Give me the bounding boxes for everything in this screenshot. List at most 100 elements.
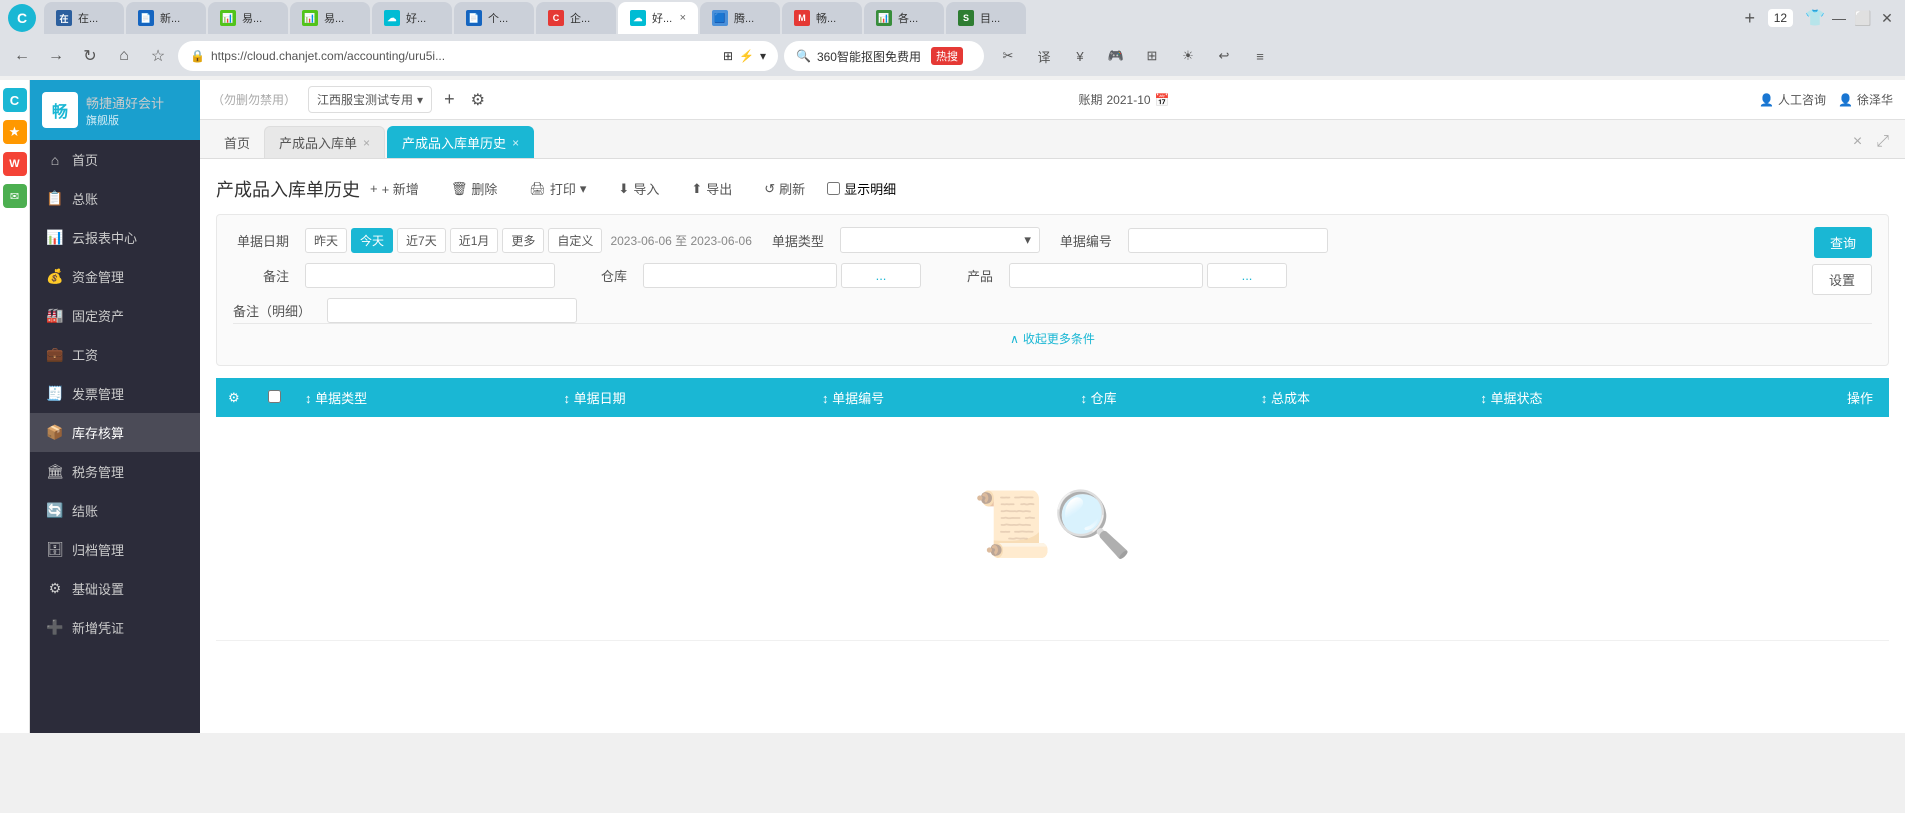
browser-tab-6[interactable]: 📄 个... <box>454 2 534 34</box>
browser-tab-1[interactable]: 在 在... <box>44 2 124 34</box>
product-input[interactable] <box>1009 263 1203 288</box>
show-detail-checkbox[interactable] <box>827 182 840 195</box>
date-btn-yesterday[interactable]: 昨天 <box>305 228 347 253</box>
org-selector[interactable]: 江西服宝测试专用 ▾ <box>308 86 432 113</box>
minimize-button[interactable]: — <box>1829 8 1849 28</box>
date-btn-today[interactable]: 今天 <box>351 228 393 253</box>
add-org-button[interactable]: + <box>440 89 459 110</box>
app-icon-weibo[interactable]: W <box>3 152 27 176</box>
grid-view-btn[interactable]: ⊞ <box>1138 42 1166 70</box>
sidebar-item-fixed-assets[interactable]: 🏭 固定资产 <box>30 296 200 335</box>
maximize-button[interactable]: ⬜ <box>1853 8 1873 28</box>
user-avatar[interactable]: 👤 徐泽华 <box>1838 91 1893 108</box>
game-icon-btn[interactable]: 🎮 <box>1102 42 1130 70</box>
sidebar-item-inventory[interactable]: 📦 库存核算 <box>30 413 200 452</box>
date-btn-more[interactable]: 更多 <box>502 228 544 253</box>
warehouse-ellipsis[interactable]: ... <box>841 263 921 288</box>
sidebar-item-tax[interactable]: 🏛 税务管理 <box>30 452 200 491</box>
page-tab-history[interactable]: 产成品入库单历史 × <box>387 126 534 158</box>
col-checkbox[interactable] <box>256 378 293 417</box>
filter-setting-button[interactable]: 设置 <box>1812 264 1872 295</box>
col-settings[interactable]: ⚙ <box>216 378 256 417</box>
browser-tab-3[interactable]: 📊 易... <box>208 2 288 34</box>
translate-icon-btn[interactable]: 译 <box>1030 42 1058 70</box>
sidebar-label-tax: 税务管理 <box>72 462 124 481</box>
sidebar-item-payroll[interactable]: 💼 工资 <box>30 335 200 374</box>
warehouse-input[interactable] <box>643 263 837 288</box>
app-icon-email[interactable]: ✉ <box>3 184 27 208</box>
date-btn-7days[interactable]: 近7天 <box>397 228 446 253</box>
sun-icon-btn[interactable]: ☀ <box>1174 42 1202 70</box>
yen-icon-btn[interactable]: ¥ <box>1066 42 1094 70</box>
browser-tab-2[interactable]: 📄 新... <box>126 2 206 34</box>
product-ellipsis[interactable]: ... <box>1207 263 1287 288</box>
add-label: + 新增 <box>382 179 419 198</box>
remark-input[interactable] <box>305 263 555 288</box>
sidebar-item-new-voucher[interactable]: ➕ 新增凭证 <box>30 608 200 647</box>
sidebar-label-fund: 资金管理 <box>72 267 124 286</box>
address-chevron[interactable]: ▾ <box>760 49 766 63</box>
export-button[interactable]: ⬆ 导出 <box>681 175 742 202</box>
sidebar-item-general-ledger[interactable]: 📋 总账 <box>30 179 200 218</box>
cut-icon-btn[interactable]: ✂ <box>994 42 1022 70</box>
browser-tab-11[interactable]: 📊 各... <box>864 2 944 34</box>
delete-button[interactable]: 🗑 删除 <box>441 175 508 202</box>
sidebar-item-checkout[interactable]: 🔄 结账 <box>30 491 200 530</box>
collapse-bar[interactable]: ∧ 收起更多条件 <box>233 323 1872 353</box>
home-button[interactable]: ⌂ <box>110 42 138 70</box>
col-warehouse[interactable]: ↕ 仓库 <box>1068 378 1248 417</box>
browser-tab-4[interactable]: 📊 易... <box>290 2 370 34</box>
col-bill-no[interactable]: ↕ 单据编号 <box>810 378 1068 417</box>
back-button[interactable]: ← <box>8 42 36 70</box>
browser-tab-10[interactable]: M 畅... <box>782 2 862 34</box>
browser-tab-8[interactable]: ☁ 好... × <box>618 2 698 34</box>
select-all-checkbox[interactable] <box>268 390 281 403</box>
browser-tab-9[interactable]: 🟦 腾... <box>700 2 780 34</box>
help-button[interactable]: 👤 人工咨询 <box>1759 91 1826 108</box>
bill-type-label: 单据类型 <box>768 231 824 250</box>
close-content-button[interactable]: × <box>1845 133 1870 151</box>
search-box[interactable]: 🔍 360智能抠图免费用 热搜 <box>784 41 984 71</box>
sidebar-item-fund[interactable]: 💰 资金管理 <box>30 257 200 296</box>
breadcrumb-home[interactable]: 首页 <box>212 127 262 158</box>
browser-tab-5[interactable]: ☁ 好... <box>372 2 452 34</box>
col-bill-date[interactable]: ↕ 单据日期 <box>551 378 809 417</box>
import-button[interactable]: ⬇ 导入 <box>608 175 669 202</box>
bookmark-button[interactable]: ☆ <box>144 42 172 70</box>
more-settings-btn[interactable]: ≡ <box>1246 42 1274 70</box>
add-button[interactable]: + + 新增 <box>360 175 429 202</box>
date-btn-1month[interactable]: 近1月 <box>450 228 499 253</box>
expand-content-button[interactable]: ⤢ <box>1872 133 1893 151</box>
forward-button[interactable]: → <box>42 42 70 70</box>
new-tab-button[interactable]: + <box>1736 4 1764 32</box>
app-icon-orange[interactable]: ★ <box>3 120 27 144</box>
sidebar-item-settings[interactable]: ⚙ 基础设置 <box>30 569 200 608</box>
app-icon-chanjet[interactable]: C <box>3 88 27 112</box>
date-btn-custom[interactable]: 自定义 <box>548 228 602 253</box>
close-window-button[interactable]: ✕ <box>1877 8 1897 28</box>
print-button[interactable]: 🖨 打印 ▾ <box>519 175 596 202</box>
sidebar-item-archive[interactable]: 🗄 归档管理 <box>30 530 200 569</box>
sidebar-item-home[interactable]: ⌂ 首页 <box>30 140 200 179</box>
sidebar-item-cloud-report[interactable]: 📊 云报表中心 <box>30 218 200 257</box>
col-bill-type[interactable]: ↕ 单据类型 <box>293 378 551 417</box>
history-icon-btn[interactable]: ↩ <box>1210 42 1238 70</box>
col-bill-status[interactable]: ↕ 单据状态 <box>1468 378 1726 417</box>
sidebar-item-invoice[interactable]: 🧾 发票管理 <box>30 374 200 413</box>
main-toolbar: + + 新增 🗑 删除 🖨 打印 ▾ ⬇ 导入 <box>360 175 896 202</box>
bill-no-input[interactable] <box>1128 228 1328 253</box>
query-button[interactable]: 查询 <box>1814 227 1872 258</box>
browser-tab-12[interactable]: S 目... <box>946 2 1026 34</box>
refresh-button[interactable]: ↺ 刷新 <box>754 175 815 202</box>
tab-8-close[interactable]: × <box>680 12 686 24</box>
col-total-cost[interactable]: ↕ 总成本 <box>1249 378 1468 417</box>
detail-remark-input[interactable] <box>327 298 577 323</box>
bill-type-select[interactable]: ▾ <box>840 227 1040 253</box>
browser-tab-7[interactable]: C 企... <box>536 2 616 34</box>
page-tab-list[interactable]: 产成品入库单 × <box>264 126 385 158</box>
address-bar[interactable]: 🔒 https://cloud.chanjet.com/accounting/u… <box>178 41 778 71</box>
tab-history-close[interactable]: × <box>512 136 519 150</box>
reload-button[interactable]: ↻ <box>76 42 104 70</box>
org-settings-button[interactable]: ⚙ <box>467 90 489 110</box>
tab-list-close[interactable]: × <box>363 136 370 150</box>
